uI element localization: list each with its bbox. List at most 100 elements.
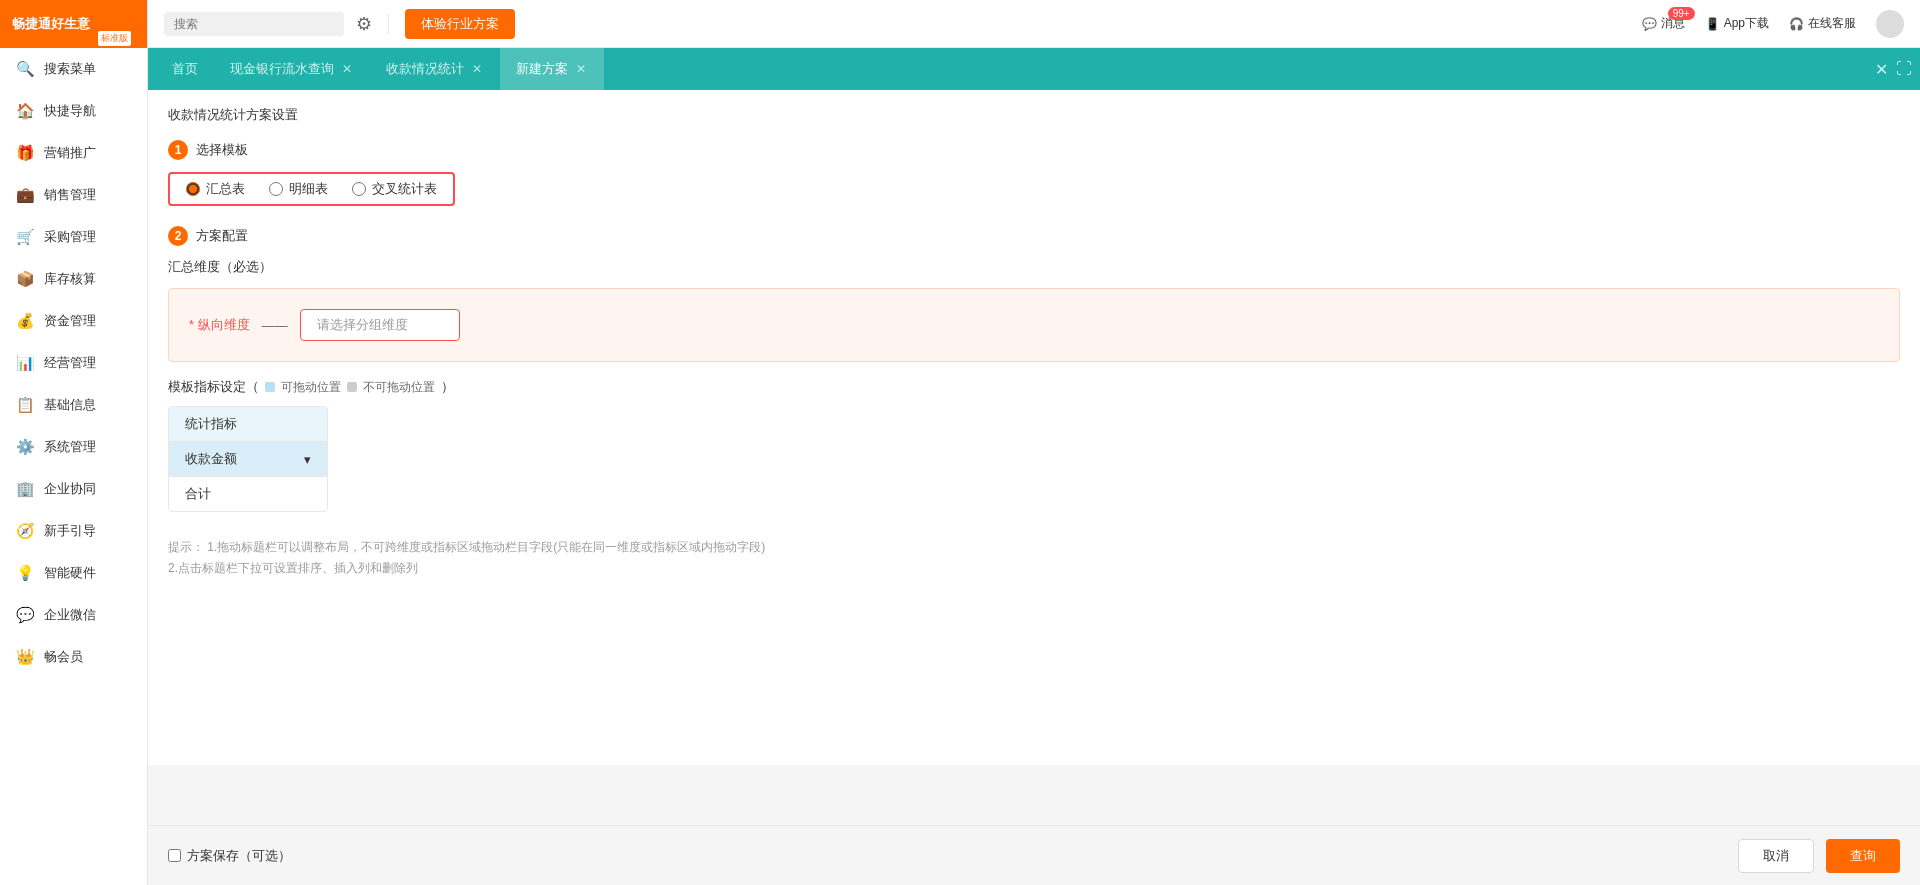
vertical-dimension-label: * 纵向维度 (189, 316, 250, 334)
dimension-placeholder: 请选择分组维度 (317, 317, 408, 332)
sidebar-item-label: 基础信息 (44, 396, 96, 414)
metrics-column-header[interactable]: 收款金额 ▾ (169, 442, 327, 477)
section1-number: 1 (168, 140, 188, 160)
tabbar-right-actions: ✕ ⛶ (1875, 60, 1912, 79)
save-checkbox-label[interactable]: 方案保存（可选） (168, 847, 291, 865)
sidebar-nav: 🔍 搜索菜单 🏠 快捷导航 🎁 营销推广 💼 销售管理 🛒 采购管理 📦 库存核… (0, 48, 147, 885)
sidebar-item-label: 采购管理 (44, 228, 96, 246)
dimension-selector[interactable]: 请选择分组维度 (300, 309, 460, 341)
close-all-tabs-button[interactable]: ✕ (1875, 60, 1888, 79)
metrics-legend-row: 模板指标设定（ 可拖动位置 不可拖动位置 ） (168, 378, 1900, 396)
sidebar-item-inventory[interactable]: 📦 库存核算 (0, 258, 147, 300)
operation-icon: 📊 (16, 354, 34, 372)
sidebar-item-label: 搜索菜单 (44, 60, 96, 78)
search-menu-icon: 🔍 (16, 60, 34, 78)
metrics-header-label: 统计指标 (185, 415, 237, 433)
basic-info-icon: 📋 (16, 396, 34, 414)
sidebar-item-quick-nav[interactable]: 🏠 快捷导航 (0, 90, 147, 132)
tab-home[interactable]: 首页 (156, 48, 214, 90)
tab-bank-flow-close[interactable]: ✕ (340, 62, 354, 76)
app-badge: 标准版 (98, 31, 131, 46)
radio-detail-input[interactable] (269, 182, 283, 196)
tab-new-plan-label: 新建方案 (516, 60, 568, 78)
download-icon: 📱 (1705, 17, 1720, 31)
sidebar-item-basic-info[interactable]: 📋 基础信息 (0, 384, 147, 426)
sidebar-item-search-menu[interactable]: 🔍 搜索菜单 (0, 48, 147, 90)
section2-title: 方案配置 (196, 227, 248, 245)
sidebar-item-label: 智能硬件 (44, 564, 96, 582)
cancel-button[interactable]: 取消 (1738, 839, 1814, 873)
save-checkbox-text: 方案保存（可选） (187, 847, 291, 865)
tab-bank-flow-label: 现金银行流水查询 (230, 60, 334, 78)
sidebar-item-label: 企业协同 (44, 480, 96, 498)
sidebar-item-member[interactable]: 👑 畅会员 (0, 636, 147, 678)
tab-new-plan-close[interactable]: ✕ (574, 62, 588, 76)
radio-detail[interactable]: 明细表 (269, 180, 328, 198)
industry-plan-button[interactable]: 体验行业方案 (405, 9, 515, 39)
topbar-right: 💬 消息 99+ 📱 App下载 🎧 在线客服 (1642, 10, 1904, 38)
sidebar-item-finance[interactable]: 💰 资金管理 (0, 300, 147, 342)
purchase-icon: 🛒 (16, 228, 34, 246)
app-name: 畅捷通好生意 (12, 16, 90, 32)
sidebar-item-label: 库存核算 (44, 270, 96, 288)
sidebar-item-label: 营销推广 (44, 144, 96, 162)
sidebar-item-purchase[interactable]: 🛒 采购管理 (0, 216, 147, 258)
topbar-divider (388, 14, 389, 34)
fullscreen-button[interactable]: ⛶ (1896, 60, 1912, 79)
metrics-table: 统计指标 收款金额 ▾ 合计 (168, 406, 328, 512)
radio-summary[interactable]: 汇总表 (186, 180, 245, 198)
page-title: 收款情况统计方案设置 (168, 106, 1900, 124)
tab-receipt-stat[interactable]: 收款情况统计 ✕ (370, 48, 500, 90)
message-icon: 💬 (1642, 17, 1657, 31)
radio-cross-input[interactable] (352, 182, 366, 196)
sidebar-item-system[interactable]: ⚙️ 系统管理 (0, 426, 147, 468)
tab-bank-flow[interactable]: 现金银行流水查询 ✕ (214, 48, 370, 90)
dimension-subsection-title: 汇总维度（必选） (168, 258, 1900, 276)
main-area: ⚙ 体验行业方案 💬 消息 99+ 📱 App下载 🎧 在线客服 首页 (148, 0, 1920, 885)
sidebar-item-label: 资金管理 (44, 312, 96, 330)
tab-new-plan[interactable]: 新建方案 ✕ (500, 48, 604, 90)
avatar[interactable] (1876, 10, 1904, 38)
footer: 方案保存（可选） 取消 查询 (148, 825, 1920, 885)
system-icon: ⚙️ (16, 438, 34, 456)
metrics-section: 模板指标设定（ 可拖动位置 不可拖动位置 ） 统计指标 收款金额 ▾ (168, 378, 1900, 515)
query-button[interactable]: 查询 (1826, 839, 1900, 873)
smart-hw-icon: 💡 (16, 564, 34, 582)
tip-item-2: 2.点击标题栏下拉可设置排序、插入列和删除列 (168, 560, 1900, 577)
section1-header: 1 选择模板 (168, 140, 1900, 160)
sidebar-item-enterprise[interactable]: 🏢 企业协同 (0, 468, 147, 510)
sidebar-item-sales[interactable]: 💼 销售管理 (0, 174, 147, 216)
download-item[interactable]: 📱 App下载 (1705, 15, 1769, 32)
sidebar-item-operation[interactable]: 📊 经营管理 (0, 342, 147, 384)
service-item[interactable]: 🎧 在线客服 (1789, 15, 1856, 32)
save-checkbox[interactable] (168, 849, 181, 862)
marketing-icon: 🎁 (16, 144, 34, 162)
metrics-row-label: 合计 (185, 486, 211, 501)
gear-icon[interactable]: ⚙ (356, 13, 372, 35)
tip-item-1: 提示： 1.拖动标题栏可以调整布局，不可跨维度或指标区域拖动栏目字段(只能在同一… (168, 539, 1900, 556)
section1-title: 选择模板 (196, 141, 248, 159)
metrics-label: 模板指标设定（ (168, 378, 259, 396)
sales-icon: 💼 (16, 186, 34, 204)
sidebar-item-smart-hw[interactable]: 💡 智能硬件 (0, 552, 147, 594)
content-area: 收款情况统计方案设置 1 选择模板 汇总表 明细表 (148, 90, 1920, 825)
fixed-legend-dot (347, 382, 357, 392)
draggable-legend-label: 可拖动位置 (281, 379, 341, 396)
tab-receipt-stat-close[interactable]: ✕ (470, 62, 484, 76)
sidebar-item-weixin[interactable]: 💬 企业微信 (0, 594, 147, 636)
section-plan-config: 2 方案配置 汇总维度（必选） * 纵向维度 —— 请选择分组维度 (168, 226, 1900, 577)
metrics-title-suffix: ） (441, 378, 454, 396)
search-input[interactable] (164, 12, 344, 36)
sidebar-item-marketing[interactable]: 🎁 营销推广 (0, 132, 147, 174)
message-item[interactable]: 💬 消息 99+ (1642, 15, 1685, 32)
service-icon: 🎧 (1789, 17, 1804, 31)
metrics-column-dropdown-icon[interactable]: ▾ (304, 452, 311, 467)
sidebar-item-guide[interactable]: 🧭 新手引导 (0, 510, 147, 552)
tabbar: 首页 现金银行流水查询 ✕ 收款情况统计 ✕ 新建方案 ✕ ✕ ⛶ (148, 48, 1920, 90)
finance-icon: 💰 (16, 312, 34, 330)
dimension-row: * 纵向维度 —— 请选择分组维度 (189, 309, 1879, 341)
radio-summary-input[interactable] (186, 182, 200, 196)
sidebar-item-label: 新手引导 (44, 522, 96, 540)
radio-cross[interactable]: 交叉统计表 (352, 180, 437, 198)
metrics-table-row: 合计 (169, 477, 327, 511)
